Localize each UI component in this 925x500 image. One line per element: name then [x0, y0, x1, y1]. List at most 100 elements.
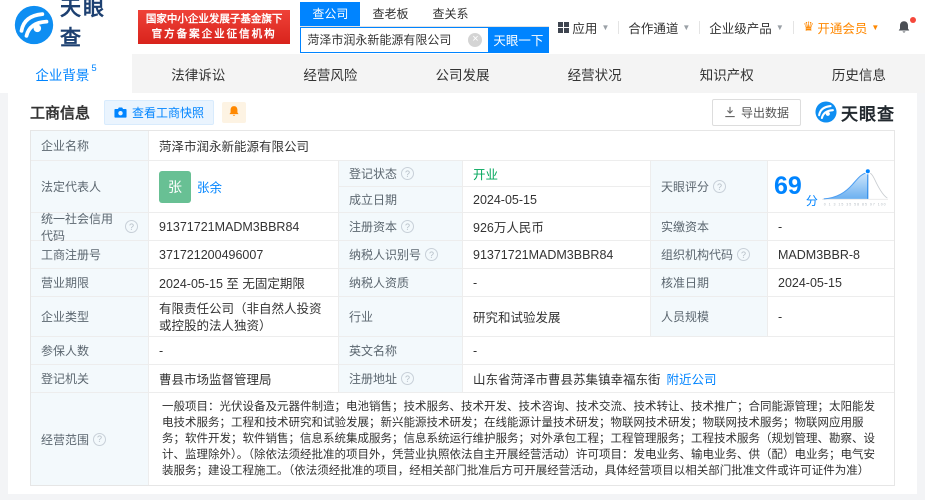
industry-label: 行业: [339, 297, 463, 337]
approval-date-value: 2024-05-15: [768, 269, 894, 297]
tab-company-development[interactable]: 公司发展: [396, 54, 528, 93]
official-badge: 国家中小企业发展子基金旗下 官方备案企业征信机构: [137, 10, 291, 44]
camera-icon: [114, 107, 127, 118]
term-value: 2024-05-15 至 无固定期限: [149, 269, 339, 297]
tab-company-background[interactable]: 企业背景 5: [0, 54, 133, 93]
search-bar: × 天眼一下: [300, 26, 550, 53]
clear-icon[interactable]: ×: [468, 32, 483, 47]
business-snapshot-button[interactable]: 查看工商快照: [104, 99, 215, 125]
monitor-bell-button[interactable]: [222, 101, 247, 123]
tab-operating-status[interactable]: 经营状况: [529, 54, 661, 93]
badge-line-1: 国家中小企业发展子基金旗下: [145, 13, 283, 25]
section-title: 工商信息: [30, 104, 91, 122]
tab-history-info[interactable]: 历史信息: [793, 54, 925, 93]
term-label: 营业期限: [31, 269, 149, 297]
section-header: 工商信息 查看工商快照 导出数据 天眼查: [30, 98, 895, 126]
nav-open-vip[interactable]: ♛ 开通会员 ▼: [794, 18, 889, 37]
nav-apps[interactable]: 应用 ▼: [549, 18, 618, 37]
search-tabs: 查公司 查老板 查关系: [300, 1, 550, 27]
tianyancha-logo[interactable]: 天眼查 TianYanCha.com: [14, 0, 128, 62]
reg-status-value: 开业: [463, 161, 651, 187]
chevron-down-icon: ▼: [601, 22, 610, 32]
nav-cooperation[interactable]: 合作通道 ▼: [619, 18, 699, 37]
english-name-value: -: [463, 337, 894, 365]
score-number: 69: [774, 172, 802, 200]
help-icon[interactable]: ?: [713, 180, 727, 193]
help-icon[interactable]: ?: [125, 220, 138, 233]
badge-line-2: 官方备案企业征信机构: [151, 28, 277, 40]
user-menu[interactable]: 道济▼: [920, 18, 925, 37]
header-nav: 应用▼ 合作通道▼ 企业级产品▼ ♛ 开通会员▼ 道济▼: [549, 16, 925, 37]
credit-code-value: 91371721MADM3BBR84: [149, 213, 339, 241]
reg-authority-value: 曹县市场监督管理局: [149, 365, 339, 393]
legal-rep-link[interactable]: 张余: [197, 177, 222, 196]
score-value: 69 分 0 1 3 15 35 58 85 97 100: [768, 161, 894, 213]
company-type-value: 有限责任公司（非自然人投资或控股的法人独资）: [149, 297, 339, 337]
help-icon[interactable]: ?: [401, 167, 415, 180]
chevron-down-icon: ▼: [871, 22, 880, 32]
org-code-value: MADM3BBR-8: [768, 241, 894, 269]
tab-legal-proceedings[interactable]: 法律诉讼: [132, 54, 264, 93]
crown-icon: ♛: [802, 19, 815, 34]
business-info-card: 工商信息 查看工商快照 导出数据 天眼查 企业名称 菏泽市润永新能源有限公司 法…: [8, 93, 917, 494]
company-type-label: 企业类型: [31, 297, 149, 337]
legal-rep-avatar[interactable]: 张: [159, 170, 191, 203]
bell-icon: [899, 20, 910, 33]
taxpayer-quality-label: 纳税人资质: [339, 269, 463, 297]
search-button[interactable]: 天眼一下: [488, 27, 549, 52]
insured-count-value: -: [149, 337, 339, 365]
nearby-companies-link[interactable]: 附近公司: [667, 369, 717, 388]
english-name-label: 英文名称: [339, 337, 463, 365]
export-data-button[interactable]: 导出数据: [711, 98, 801, 126]
reg-address-label: 注册地址?: [339, 365, 463, 393]
search-input[interactable]: [301, 27, 469, 52]
business-scope-value: 一般项目：光伏设备及元器件制造；电池销售；技术服务、技术开发、技术咨询、技术交流…: [162, 401, 875, 477]
search-area: 查公司 查老板 查关系 × 天眼一下: [300, 1, 550, 53]
help-icon[interactable]: ?: [425, 248, 439, 261]
download-icon: [725, 106, 735, 118]
staff-size-label: 人员规模: [651, 297, 768, 337]
reg-authority-label: 登记机关: [31, 365, 149, 393]
company-name-label: 企业名称: [31, 131, 149, 161]
reg-status-label: 登记状态?: [339, 161, 463, 187]
help-icon[interactable]: ?: [401, 372, 415, 385]
reg-number-value: 371721200496007: [149, 241, 339, 269]
tab-intellectual-property[interactable]: 知识产权: [661, 54, 793, 93]
score-axis-ticks: 0 1 3 15 35 58 85 97 100: [824, 202, 886, 206]
chevron-down-icon: ▼: [775, 22, 784, 32]
paid-capital-value: -: [768, 213, 894, 241]
score-unit: 分: [805, 194, 818, 208]
legal-rep-label: 法定代表人: [31, 161, 149, 213]
header: 天眼查 TianYanCha.com 国家中小企业发展子基金旗下 官方备案企业征…: [0, 0, 925, 62]
tab-count-badge: 5: [91, 63, 97, 74]
tab-business-risk[interactable]: 经营风险: [264, 54, 396, 93]
taxpayer-quality-value: -: [463, 269, 651, 297]
credit-code-label: 统一社会信用代码?: [31, 212, 149, 243]
business-scope-label: 经营范围?: [31, 393, 149, 485]
notification-dot: [910, 16, 917, 23]
reg-number-label: 工商注册号: [31, 241, 149, 269]
company-tabbar: 企业背景 5 法律诉讼 经营风险 公司发展 经营状况 知识产权 历史信息: [0, 54, 925, 93]
est-date-value: 2024-05-15: [463, 187, 651, 213]
help-icon[interactable]: ?: [93, 432, 107, 446]
industry-value: 研究和试验发展: [463, 297, 651, 337]
taxpayer-id-label: 纳税人识别号?: [339, 241, 463, 269]
paid-capital-label: 实缴资本: [651, 213, 768, 241]
search-tab-relation[interactable]: 查关系: [420, 2, 480, 26]
help-icon[interactable]: ?: [737, 248, 751, 261]
search-tab-company[interactable]: 查公司: [300, 1, 361, 26]
insured-count-label: 参保人数: [31, 337, 149, 365]
help-icon[interactable]: ?: [401, 220, 415, 233]
grid-icon: [558, 21, 570, 33]
logo-title: 天眼查: [60, 0, 106, 50]
tianyancha-logo-icon: [815, 101, 837, 123]
score-marker-dot: [864, 167, 871, 174]
approval-date-label: 核准日期: [651, 269, 768, 297]
est-date-label: 成立日期: [339, 187, 463, 213]
company-name-value: 菏泽市润永新能源有限公司: [149, 131, 894, 161]
reg-capital-label: 注册资本?: [339, 213, 463, 241]
notification-bell[interactable]: [888, 16, 920, 35]
tianyancha-watermark: 天眼查: [815, 100, 895, 125]
search-tab-boss[interactable]: 查老板: [360, 2, 420, 26]
nav-enterprise-products[interactable]: 企业级产品 ▼: [700, 18, 792, 37]
